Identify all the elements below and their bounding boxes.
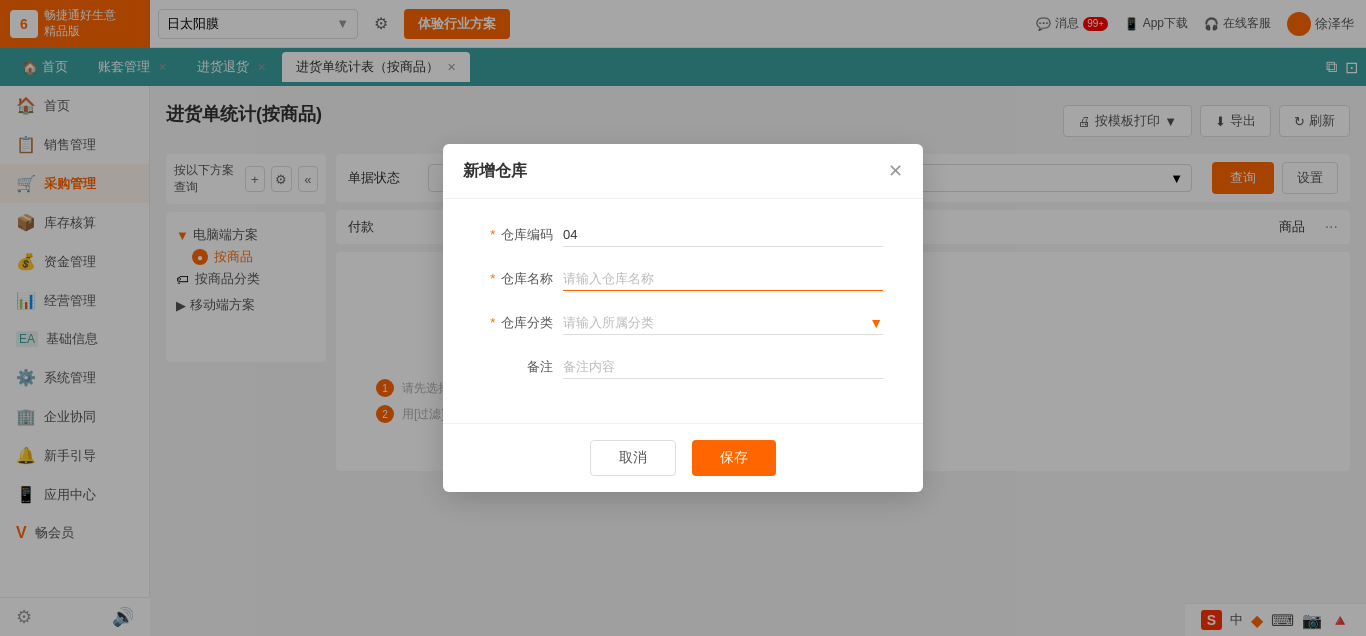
warehouse-code-label: * 仓库编码: [483, 226, 563, 244]
notes-label: 备注: [483, 358, 563, 376]
chevron-down-icon: ▼: [869, 315, 883, 331]
warehouse-category-row: * 仓库分类 ▼: [483, 311, 883, 335]
notes-row: 备注: [483, 355, 883, 379]
warehouse-name-row: * 仓库名称: [483, 267, 883, 291]
warehouse-category-select[interactable]: ▼: [563, 311, 883, 335]
warehouse-code-input[interactable]: [563, 223, 883, 247]
warehouse-category-label: * 仓库分类: [483, 314, 563, 332]
save-button[interactable]: 保存: [692, 440, 776, 476]
warehouse-name-label: * 仓库名称: [483, 270, 563, 288]
modal-footer: 取消 保存: [443, 423, 923, 492]
modal-title: 新增仓库: [463, 161, 527, 182]
modal-header: 新增仓库 ✕: [443, 144, 923, 199]
notes-input[interactable]: [563, 355, 883, 379]
cancel-button[interactable]: 取消: [590, 440, 676, 476]
warehouse-code-row: * 仓库编码: [483, 223, 883, 247]
add-warehouse-modal: 新增仓库 ✕ * 仓库编码 * 仓库名称 * 仓库分类 ▼: [443, 144, 923, 492]
modal-close-button[interactable]: ✕: [888, 160, 903, 182]
warehouse-category-input[interactable]: [563, 311, 869, 334]
modal-body: * 仓库编码 * 仓库名称 * 仓库分类 ▼ 备注: [443, 199, 923, 423]
warehouse-name-input[interactable]: [563, 267, 883, 291]
